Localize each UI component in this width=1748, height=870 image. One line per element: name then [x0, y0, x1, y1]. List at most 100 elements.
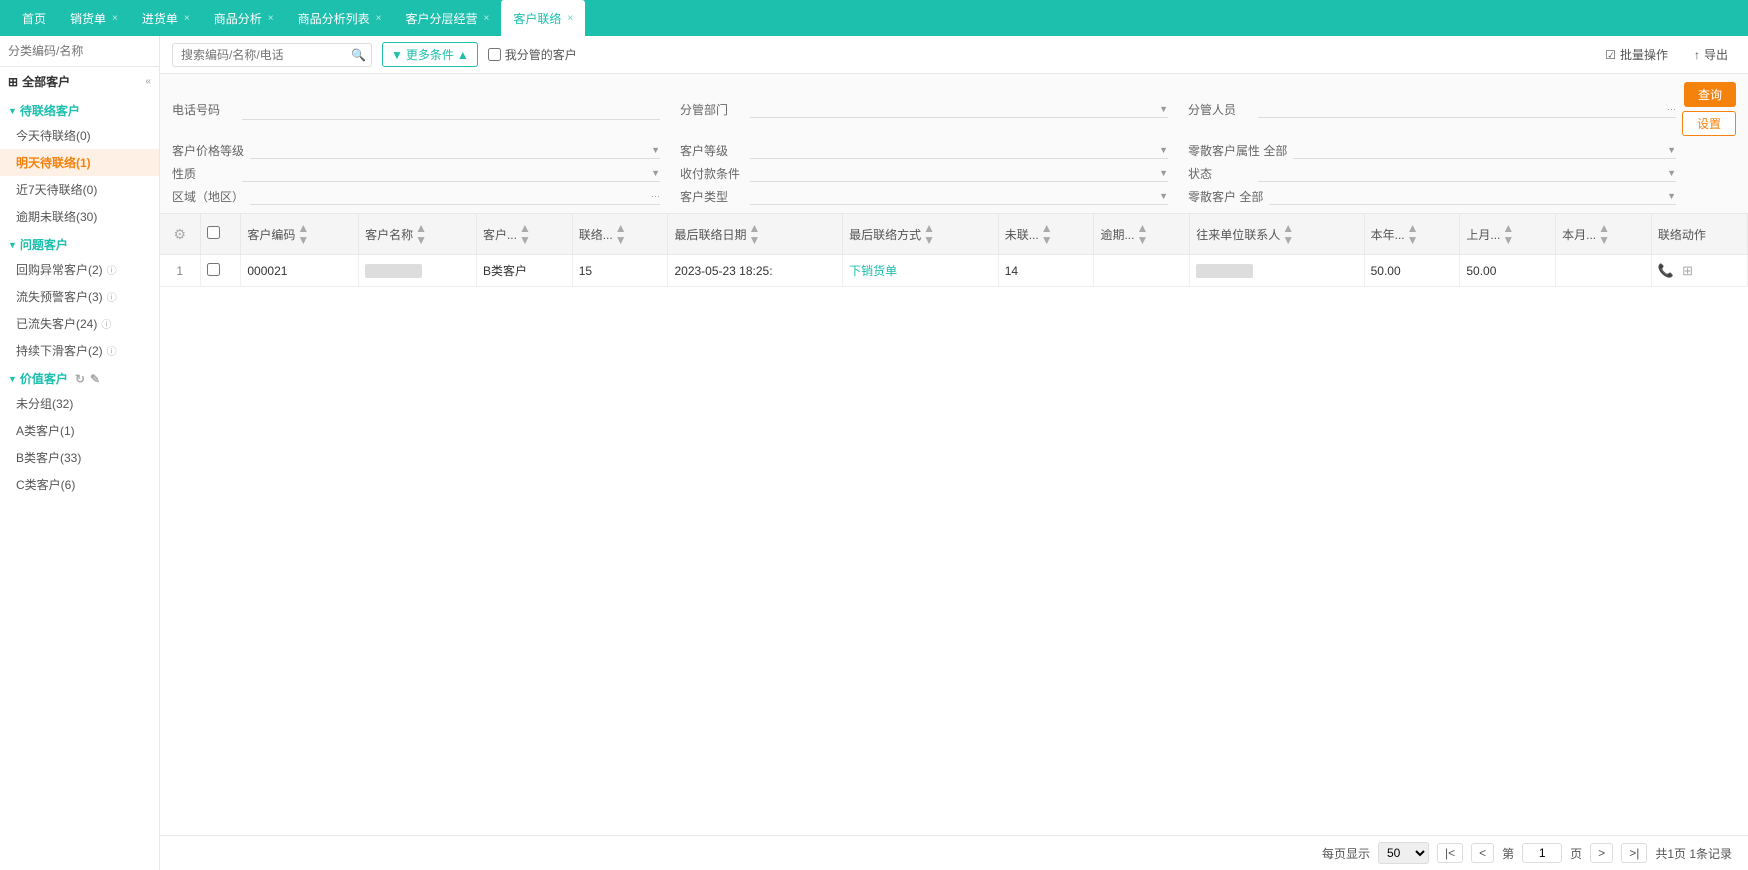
prev-page-button[interactable]: < [1471, 843, 1494, 863]
last-contact-method-link[interactable]: 下销货单 [849, 264, 897, 278]
chevron-down-icon-dept: ▼ [1159, 104, 1168, 114]
edit-icon[interactable]: ✎ [90, 372, 100, 386]
phone-action-icon[interactable]: 📞 [1658, 263, 1674, 279]
col-overdue[interactable]: 逾期... ▲▼ [1094, 214, 1190, 255]
cell-checkbox [200, 255, 241, 287]
sort-icon-contact: ▲▼ [615, 222, 627, 246]
pagination-bar: 每页显示 50 100 200 |< < 第 页 > >| 共1页 1条记录 [160, 835, 1748, 870]
close-customer-tier-icon[interactable]: × [483, 13, 489, 24]
close-product-analysis-icon[interactable]: × [268, 13, 274, 24]
sidebar-item-class-b[interactable]: B类客户(33) [0, 444, 159, 471]
sidebar: 🔍 ⊞ 全部客户 « ▼ 待联络客户 今天待联络(0) 明天待联络(1) 近7天… [0, 36, 160, 870]
export-button[interactable]: ↑ 导出 [1686, 43, 1736, 66]
col-name[interactable]: 客户名称 ▲▼ [359, 214, 477, 255]
next-page-button[interactable]: > [1590, 843, 1613, 863]
filter-item-retail-customer: 零散客户 全部 ▼ [1188, 188, 1676, 205]
filter-label-phone: 电话号码 [172, 101, 242, 118]
col-last-month[interactable]: 上月... ▲▼ [1460, 214, 1556, 255]
filter-select-status[interactable]: ▼ [1258, 165, 1676, 182]
col-type[interactable]: 客户... ▲▼ [476, 214, 572, 255]
filter-input-phone[interactable] [242, 99, 660, 120]
sidebar-item-class-a[interactable]: A类客户(1) [0, 417, 159, 444]
filter-item-region: 区域（地区） ··· [172, 188, 660, 205]
per-page-select[interactable]: 50 100 200 [1378, 842, 1429, 864]
filter-actions: 查询 设置 [1676, 82, 1736, 136]
filter-select-dept[interactable]: ▼ [750, 101, 1168, 118]
arrow-down-icon: ▼ [8, 106, 17, 116]
gear-settings-icon[interactable]: ⚙ [173, 226, 186, 242]
row-checkbox[interactable] [207, 263, 220, 276]
sidebar-search-area: 🔍 [0, 36, 159, 67]
my-customer-checkbox[interactable] [488, 48, 501, 61]
sidebar-search-input[interactable] [8, 44, 160, 58]
total-label: 共1页 1条记录 [1655, 845, 1732, 862]
nav-purchase-order[interactable]: 进货单 × [130, 0, 202, 36]
grid-action-icon[interactable]: ⊞ [1682, 263, 1693, 279]
sidebar-item-overdue-contact[interactable]: 逾期未联络(30) [0, 203, 159, 230]
sidebar-item-declining[interactable]: 持续下滑客户(2) ⓘ [0, 337, 159, 364]
more-filter-button[interactable]: ▼ 更多条件 ▲ [382, 42, 478, 67]
filter-row-4: 区域（地区） ··· 客户类型 ▼ 零散客户 全部 [172, 188, 1736, 205]
filter-select-retail-attr[interactable]: ▼ [1293, 142, 1676, 159]
sidebar-group-problem[interactable]: ▼ 问题客户 [0, 230, 159, 256]
filter-select-payment[interactable]: ▼ [750, 165, 1168, 182]
filter-select-customer-level[interactable]: ▼ [750, 142, 1168, 159]
filter-select-price-level[interactable]: ▼ [250, 142, 660, 159]
cell-code: 000021 [241, 255, 359, 287]
sidebar-item-today-contact[interactable]: 今天待联络(0) [0, 122, 159, 149]
sidebar-collapse-icon[interactable]: « [145, 76, 151, 87]
nav-sales-order[interactable]: 销货单 × [58, 0, 130, 36]
close-product-analysis-list-icon[interactable]: × [376, 13, 382, 24]
sidebar-all-customers[interactable]: ⊞ 全部客户 « [0, 67, 159, 96]
my-customer-checkbox-area[interactable]: 我分管的客户 [488, 46, 577, 63]
sidebar-group-pending[interactable]: ▼ 待联络客户 [0, 96, 159, 122]
sidebar-item-tomorrow-contact[interactable]: 明天待联络(1) [0, 149, 159, 176]
col-last-contact-date[interactable]: 最后联络日期 ▲▼ [668, 214, 843, 255]
filter-select-person[interactable]: ··· [1258, 101, 1676, 118]
nav-product-analysis-list[interactable]: 商品分析列表 × [286, 0, 394, 36]
close-customer-contact-icon[interactable]: × [567, 13, 573, 24]
close-sales-order-icon[interactable]: × [112, 13, 118, 24]
table-row: 1 000021 B类客户 15 2023-05-23 18:25: 下销货 [160, 255, 1748, 287]
nav-home[interactable]: 首页 [10, 0, 58, 36]
last-page-button[interactable]: >| [1621, 843, 1647, 863]
first-page-button[interactable]: |< [1437, 843, 1463, 863]
select-all-checkbox[interactable] [207, 226, 220, 239]
sidebar-item-class-c[interactable]: C类客户(6) [0, 471, 159, 498]
col-code[interactable]: 客户编码 ▲▼ [241, 214, 359, 255]
refresh-icon[interactable]: ↻ [75, 372, 85, 386]
sidebar-item-churn-warning[interactable]: 流失预警客户(3) ⓘ [0, 283, 159, 310]
nav-customer-contact[interactable]: 客户联络 × [501, 0, 585, 36]
col-last-contact-method[interactable]: 最后联络方式 ▲▼ [843, 214, 999, 255]
info-icon3: ⓘ [101, 316, 111, 331]
sidebar-item-churned[interactable]: 已流失客户(24) ⓘ [0, 310, 159, 337]
filter-select-customer-type[interactable]: ▼ [750, 188, 1168, 205]
nav-product-analysis[interactable]: 商品分析 × [202, 0, 286, 36]
batch-operation-button[interactable]: ☑ 批量操作 [1597, 43, 1676, 66]
filter-label-customer-level: 客户等级 [680, 142, 750, 159]
col-no-contact[interactable]: 未联... ▲▼ [998, 214, 1094, 255]
close-purchase-order-icon[interactable]: × [184, 13, 190, 24]
nav-customer-tier[interactable]: 客户分层经营 × [393, 0, 501, 36]
search-input[interactable] [172, 43, 372, 67]
sort-icon-month: ▲▼ [1598, 222, 1610, 246]
page-label: 第 [1502, 845, 1514, 862]
filter-select-nature[interactable]: ▼ [242, 165, 660, 182]
page-input[interactable] [1522, 843, 1562, 863]
sidebar-item-repurchase-abnormal[interactable]: 回购异常客户(2) ⓘ [0, 256, 159, 283]
sidebar-item-7days-contact[interactable]: 近7天待联络(0) [0, 176, 159, 203]
col-this-month[interactable]: 本月... ▲▼ [1556, 214, 1652, 255]
page-unit: 页 [1570, 845, 1582, 862]
col-unit-contact[interactable]: 往来单位联系人 ▲▼ [1190, 214, 1364, 255]
search-icon[interactable]: 🔍 [351, 48, 366, 62]
filter-select-region[interactable]: ··· [250, 188, 660, 205]
col-contact[interactable]: 联络... ▲▼ [572, 214, 668, 255]
sidebar-item-unclassified[interactable]: 未分组(32) [0, 390, 159, 417]
sidebar-group-value[interactable]: ▼ 价值客户 ↻ ✎ [0, 364, 159, 390]
col-this-year[interactable]: 本年... ▲▼ [1364, 214, 1460, 255]
info-icon4: ⓘ [107, 343, 117, 358]
filter-select-retail-customer[interactable]: ▼ [1269, 188, 1676, 205]
query-button[interactable]: 查询 [1684, 82, 1736, 107]
cell-this-month [1556, 255, 1652, 287]
set-button[interactable]: 设置 [1682, 111, 1736, 136]
